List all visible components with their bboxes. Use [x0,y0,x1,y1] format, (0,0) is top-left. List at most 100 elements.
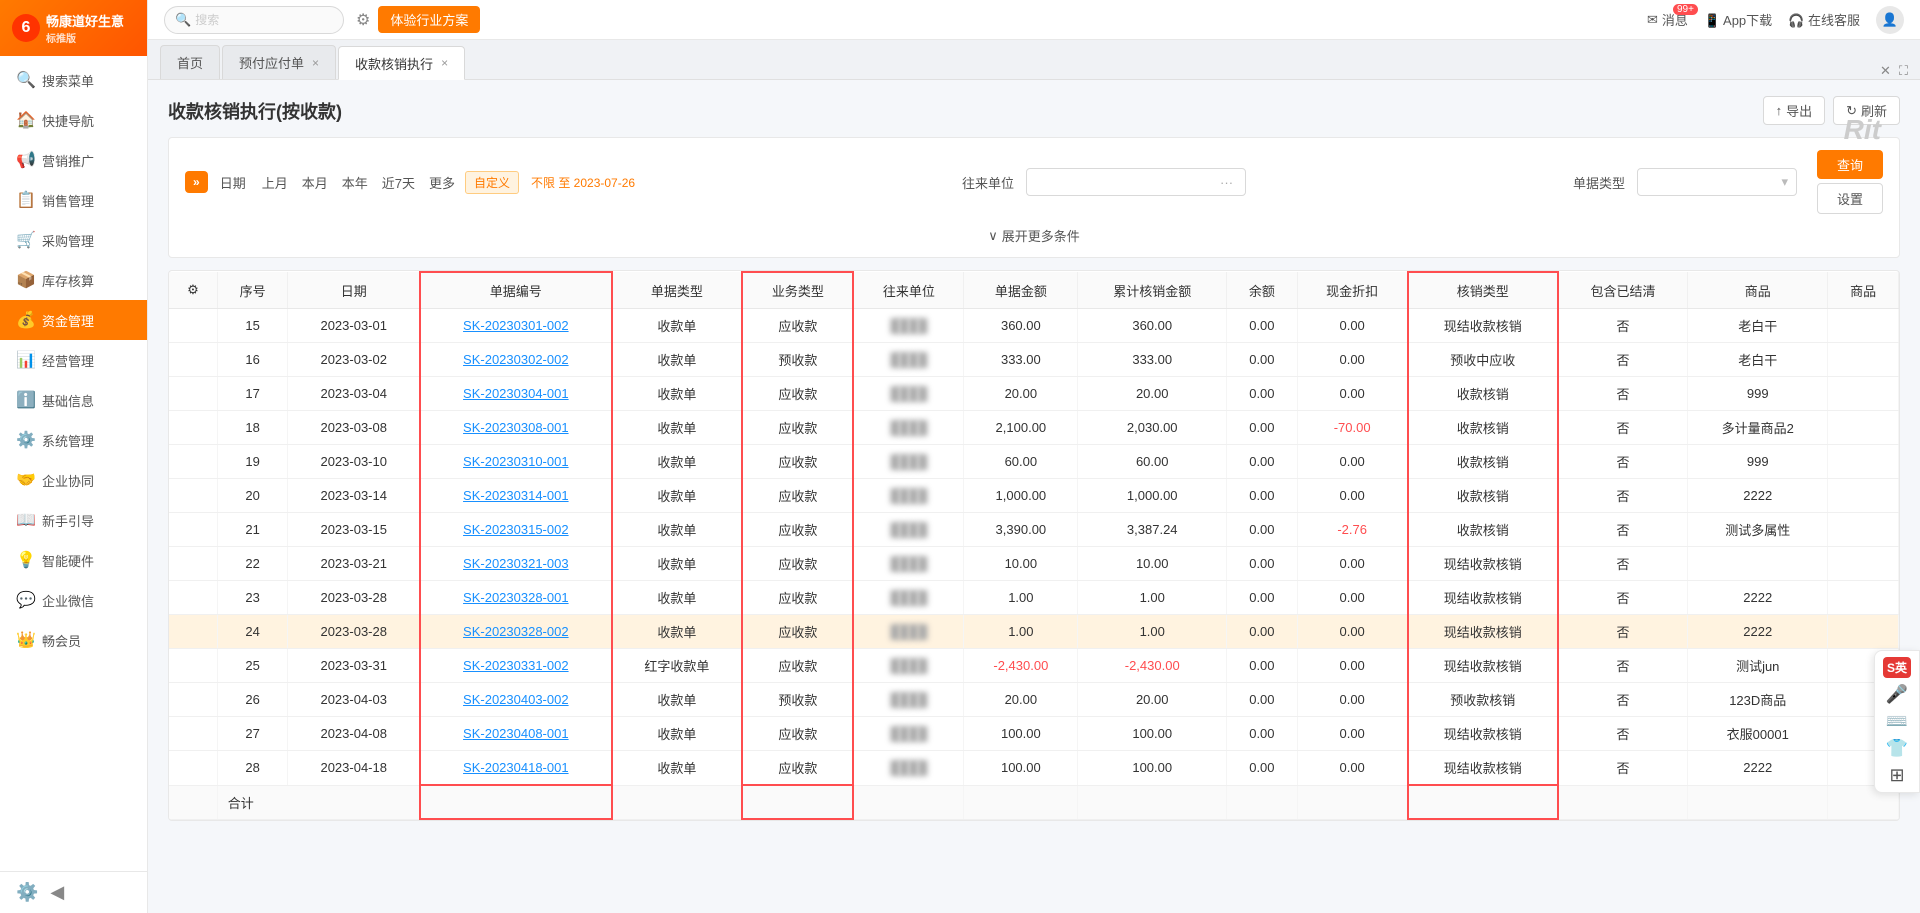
sidebar-item-weixin[interactable]: 💬企业微信 [0,580,147,620]
row-skbh-link[interactable]: SK-20230310-001 [463,454,569,469]
filter-settings-button[interactable]: 设置 [1817,183,1883,214]
filter-doctype-select[interactable]: ▾ [1637,168,1797,196]
row-check[interactable] [169,751,217,786]
sidebar-item-sales[interactable]: 📋销售管理 [0,180,147,220]
tab-close-all-icon[interactable]: ✕ [1880,63,1891,79]
row-skbh-link[interactable]: SK-20230328-002 [463,624,569,639]
online-service-button[interactable]: 🎧 在线客服 [1788,10,1860,29]
row-skbh-link[interactable]: SK-20230408-001 [463,726,569,741]
row-check[interactable] [169,479,217,513]
row-skbh-link[interactable]: SK-20230321-003 [463,556,569,571]
sidebar-item-purchase[interactable]: 🛒采购管理 [0,220,147,260]
row-skbh[interactable]: SK-20230403-002 [420,683,612,717]
filter-date-this-month[interactable]: 本月 [298,171,332,194]
hardware-icon: 💡 [16,550,34,570]
filter-date-last-month[interactable]: 上月 [258,171,292,194]
row-check[interactable] [169,717,217,751]
row-skbh-link[interactable]: SK-20230301-002 [463,318,569,333]
filter-date-more[interactable]: 更多 [425,171,459,194]
sidebar-item-stock[interactable]: 📦库存核算 [0,260,147,300]
row-skbh[interactable]: SK-20230314-001 [420,479,612,513]
row-check[interactable] [169,649,217,683]
row-skbh[interactable]: SK-20230328-001 [420,581,612,615]
row-check[interactable] [169,615,217,649]
table-row: 222023-03-21SK-20230321-003收款单应收款████10.… [169,547,1899,581]
topbar-search[interactable]: 🔍 搜索 [164,6,344,34]
float-keyboard-icon[interactable]: ⌨️ [1883,711,1911,732]
filter-partner-input[interactable]: ··· [1026,168,1246,196]
sidebar-settings-icon[interactable]: ⚙️ [16,882,38,903]
sidebar-item-system[interactable]: ⚙️系统管理 [0,420,147,460]
industry-solution-button[interactable]: 体验行业方案 [378,6,480,33]
row-skbh[interactable]: SK-20230302-002 [420,343,612,377]
row-skbh[interactable]: SK-20230308-001 [420,411,612,445]
row-skbh[interactable]: SK-20230310-001 [420,445,612,479]
row-skbh[interactable]: SK-20230418-001 [420,751,612,786]
row-check[interactable] [169,513,217,547]
user-avatar[interactable]: 👤 [1876,6,1904,34]
filter-date-this-year[interactable]: 本年 [338,171,372,194]
settings-gear-icon[interactable]: ⚙ [356,10,370,30]
sidebar-item-member[interactable]: 👑畅会员 [0,620,147,660]
row-skbh-link[interactable]: SK-20230331-002 [463,658,569,673]
row-check[interactable] [169,377,217,411]
sidebar-item-search[interactable]: 🔍搜索菜单 [0,60,147,100]
row-skbh-link[interactable]: SK-20230315-002 [463,522,569,537]
sidebar-item-finance[interactable]: 💰资金管理 [0,300,147,340]
float-shirt-icon[interactable]: 👕 [1883,738,1911,759]
tab-skhxzx[interactable]: 收款核销执行 × [338,46,465,80]
row-skbh[interactable]: SK-20230321-003 [420,547,612,581]
app-download-button[interactable]: 📱 App下载 [1704,10,1772,29]
sidebar-item-marketing[interactable]: 📢营销推广 [0,140,147,180]
float-mic-icon[interactable]: 🎤 [1883,684,1911,705]
row-check[interactable] [169,309,217,343]
row-skbh[interactable]: SK-20230315-002 [420,513,612,547]
row-skbh-link[interactable]: SK-20230403-002 [463,692,569,707]
sidebar-item-guide[interactable]: 📖新手引导 [0,500,147,540]
row-ywlx: 应收款 [742,411,853,445]
export-button[interactable]: ↑ 导出 [1763,96,1826,125]
sidebar-item-corp[interactable]: 🤝企业协同 [0,460,147,500]
partner-input-field[interactable] [1035,175,1216,190]
float-grid-icon[interactable]: ⊞ [1883,765,1911,786]
filter-date-custom[interactable]: 自定义 [465,171,519,194]
row-skbh-link[interactable]: SK-20230314-001 [463,488,569,503]
row-no: 28 [217,751,288,786]
row-goods [1688,547,1828,581]
row-skbh-link[interactable]: SK-20230328-001 [463,590,569,605]
tab-yyfdd-close-icon[interactable]: × [312,56,319,70]
row-skbh[interactable]: SK-20230328-002 [420,615,612,649]
row-skbh-link[interactable]: SK-20230418-001 [463,760,569,775]
partner-dots[interactable]: ··· [1220,175,1233,190]
row-check[interactable] [169,343,217,377]
tab-expand-icon[interactable]: ⛶ [1899,63,1908,79]
sidebar-item-nav[interactable]: 🏠快捷导航 [0,100,147,140]
row-hxlx: 现结收款核销 [1408,309,1558,343]
row-check[interactable] [169,581,217,615]
row-skbh-link[interactable]: SK-20230302-002 [463,352,569,367]
row-skbh-link[interactable]: SK-20230308-001 [463,420,569,435]
tab-home[interactable]: 首页 [160,45,220,79]
row-skbh-link[interactable]: SK-20230304-001 [463,386,569,401]
filter-date-7days[interactable]: 近7天 [378,171,419,194]
float-s-english[interactable]: S英 [1883,657,1911,678]
col-header-settings[interactable]: ⚙ [169,272,217,309]
row-check[interactable] [169,411,217,445]
row-skbh[interactable]: SK-20230331-002 [420,649,612,683]
row-check[interactable] [169,445,217,479]
query-button[interactable]: 查询 [1817,150,1883,179]
sidebar-item-operation[interactable]: 📊经营管理 [0,340,147,380]
tab-yyfdd[interactable]: 预付应付单 × [222,45,336,79]
filter-expand-more[interactable]: ∨ 展开更多条件 [185,222,1883,245]
messages-button[interactable]: ✉ 消息 99+ [1647,10,1688,29]
filter-expand-button[interactable]: » [185,171,208,193]
tab-skhxzx-close-icon[interactable]: × [441,56,448,70]
row-check[interactable] [169,683,217,717]
row-skbh[interactable]: SK-20230408-001 [420,717,612,751]
sidebar-collapse-icon[interactable]: ◀ [50,882,64,903]
row-skbh[interactable]: SK-20230301-002 [420,309,612,343]
sidebar-item-base[interactable]: ℹ️基础信息 [0,380,147,420]
row-check[interactable] [169,547,217,581]
sidebar-item-hardware[interactable]: 💡智能硬件 [0,540,147,580]
row-skbh[interactable]: SK-20230304-001 [420,377,612,411]
